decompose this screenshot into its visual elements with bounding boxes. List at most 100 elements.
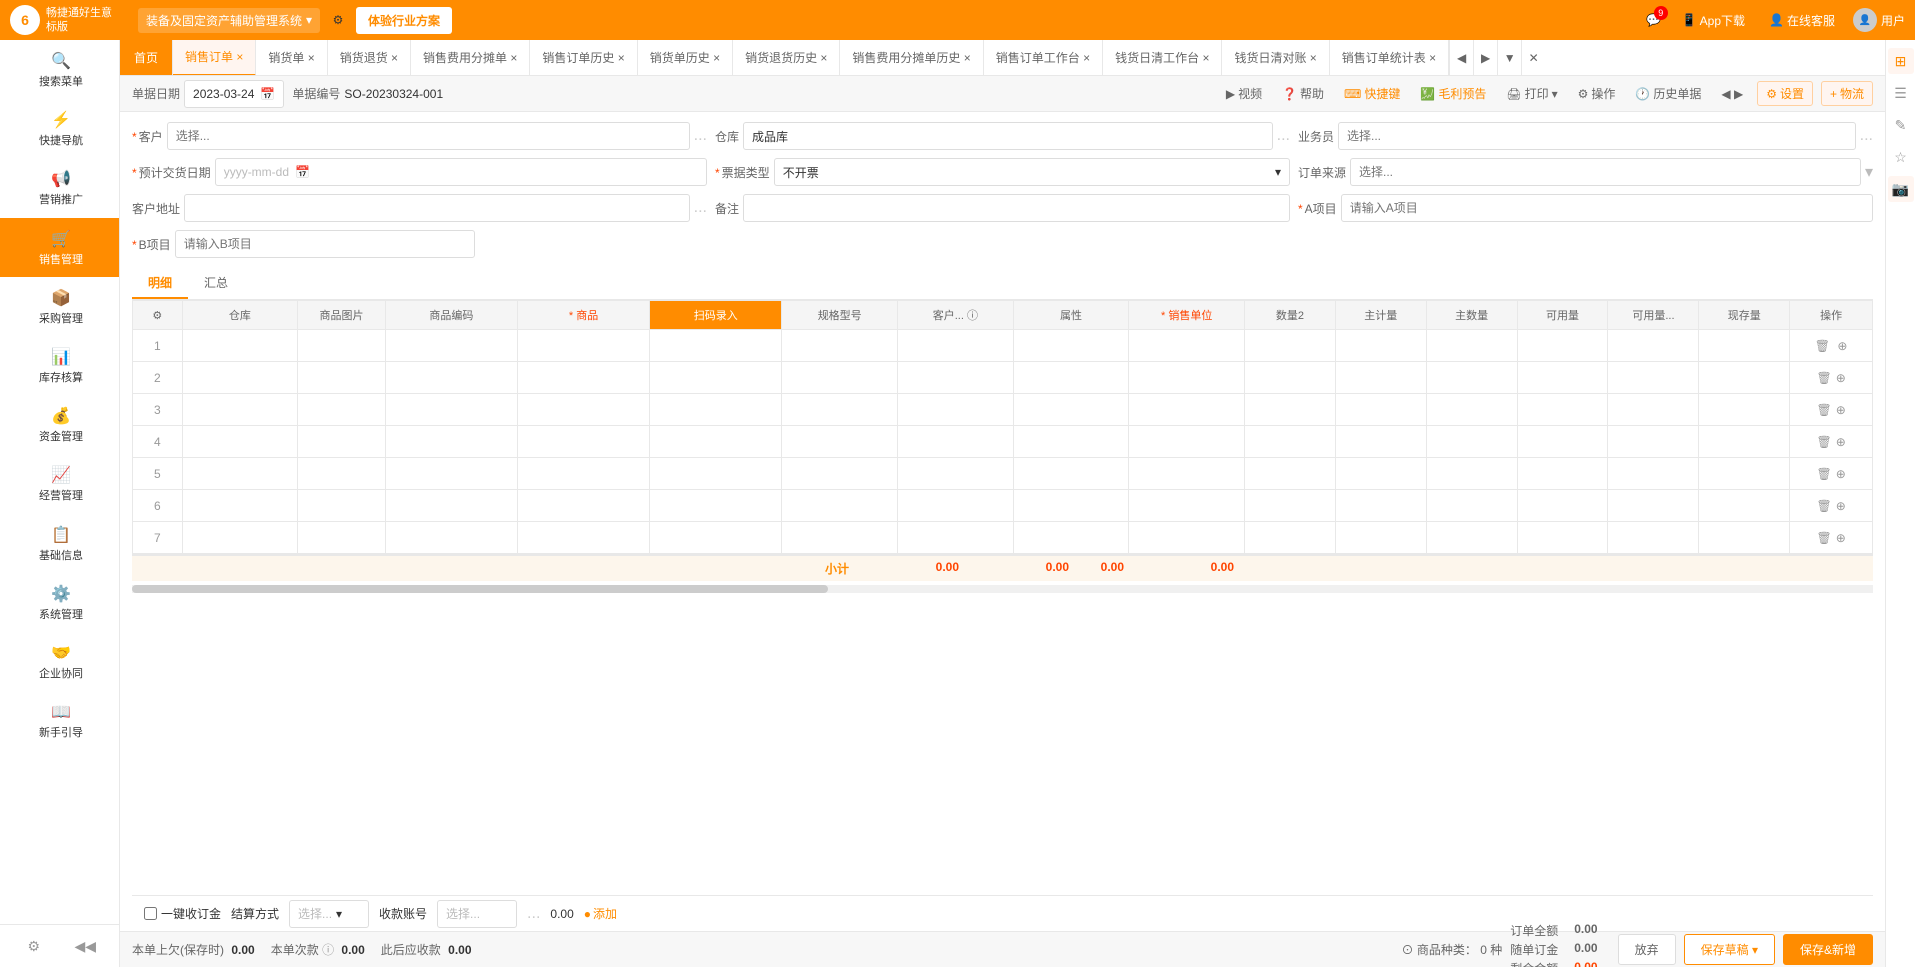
- row-2-available[interactable]: [1517, 362, 1608, 394]
- copy-icon[interactable]: ⊕: [1836, 435, 1846, 449]
- row-1-attr[interactable]: [1013, 330, 1129, 362]
- one-key-deposit-checkbox[interactable]: [144, 907, 157, 920]
- sidebar-item-operation[interactable]: 📈 经营管理: [0, 454, 119, 513]
- tab-sales-goods[interactable]: 销货单 ×: [256, 40, 327, 76]
- delete-icon[interactable]: 🗑: [1816, 499, 1831, 513]
- row-2-unit[interactable]: [1129, 362, 1245, 394]
- row-2-stock[interactable]: [1699, 362, 1790, 394]
- col-header-available2[interactable]: 可用量...: [1608, 301, 1699, 330]
- row-2-product[interactable]: [517, 362, 649, 394]
- row-2-customer[interactable]: [898, 362, 1014, 394]
- customer-input[interactable]: [167, 122, 690, 150]
- account-select[interactable]: 选择...: [437, 900, 517, 928]
- tab-stats[interactable]: 销售订单统计表 ×: [1330, 40, 1449, 76]
- address-input[interactable]: [184, 194, 690, 222]
- rs-icon-3[interactable]: ✎: [1888, 112, 1914, 138]
- row-1-stock[interactable]: [1699, 330, 1790, 362]
- profit-btn[interactable]: 💹 毛利预告: [1414, 83, 1492, 104]
- row-1-scan[interactable]: [650, 330, 782, 362]
- app-download-btn[interactable]: 📱 App下载: [1676, 10, 1751, 31]
- row-2-warehouse[interactable]: [182, 362, 298, 394]
- industry-btn[interactable]: 体验行业方案: [356, 7, 452, 34]
- rs-icon-2[interactable]: ☰: [1888, 80, 1914, 106]
- draft-btn[interactable]: 保存草稿 ▾: [1684, 934, 1775, 965]
- project-a-input[interactable]: [1341, 194, 1873, 222]
- tab-daily-account[interactable]: 钱货日清对账 ×: [1222, 40, 1329, 76]
- delete-icon[interactable]: 🗑: [1816, 467, 1831, 481]
- date-input[interactable]: 2023-03-24 📅: [184, 80, 284, 108]
- history-btn[interactable]: 🕐 历史单据: [1629, 83, 1707, 104]
- copy-icon[interactable]: ⊕: [1836, 371, 1846, 385]
- tab-daily-workbench[interactable]: 钱货日清工作台 ×: [1103, 40, 1222, 76]
- warehouse-input[interactable]: [743, 122, 1273, 150]
- order-source-input[interactable]: [1350, 158, 1861, 186]
- copy-icon[interactable]: ⊕: [1837, 339, 1847, 353]
- sidebar-item-search[interactable]: 🔍 搜索菜单: [0, 40, 119, 99]
- col-header-warehouse[interactable]: 仓库: [182, 301, 298, 330]
- staff-dots[interactable]: ...: [1860, 127, 1873, 145]
- sidebar-settings-icon[interactable]: ⚙: [21, 933, 47, 959]
- tab-sales-return[interactable]: 销货退货 ×: [328, 40, 411, 76]
- row-2-qty2[interactable]: [1244, 362, 1335, 394]
- tab-goods-history[interactable]: 销货单历史 ×: [638, 40, 733, 76]
- col-header-customer[interactable]: 客户... ⓘ: [898, 301, 1014, 330]
- copy-icon[interactable]: ⊕: [1836, 531, 1846, 545]
- this-lower-info-icon[interactable]: ⓘ: [322, 943, 334, 957]
- tab-return-history[interactable]: 销货退货历史 ×: [733, 40, 840, 76]
- delete-icon[interactable]: 🗑: [1816, 403, 1831, 417]
- sidebar-item-guide[interactable]: 📖 新手引导: [0, 691, 119, 750]
- rs-icon-5[interactable]: 📷: [1888, 176, 1914, 202]
- scrollbar-track[interactable]: [132, 585, 1873, 593]
- col-header-scan[interactable]: 扫码录入: [650, 301, 782, 330]
- row-1-img[interactable]: [298, 330, 386, 362]
- system-selector[interactable]: 装备及固定资产辅助管理系统 ▾: [138, 8, 320, 33]
- settings-icon[interactable]: ⚙: [328, 10, 348, 30]
- sidebar-collapse-icon[interactable]: ◀◀: [72, 933, 98, 959]
- rs-icon-4[interactable]: ☆: [1888, 144, 1914, 170]
- save-new-btn[interactable]: 保存&新增: [1783, 934, 1873, 965]
- delivery-input[interactable]: yyyy-mm-dd 📅: [215, 158, 707, 186]
- print-btn[interactable]: 🖨 打印 ▾: [1500, 83, 1563, 104]
- warehouse-dots[interactable]: ...: [1277, 127, 1290, 145]
- online-service-btn[interactable]: 👤 在线客服: [1763, 10, 1841, 31]
- row-2-img[interactable]: [298, 362, 386, 394]
- row-1-available2[interactable]: [1608, 330, 1699, 362]
- col-header-stock[interactable]: 现存量: [1699, 301, 1790, 330]
- col-header-icon[interactable]: ⚙: [133, 301, 183, 330]
- sidebar-item-finance[interactable]: 💰 资金管理: [0, 395, 119, 454]
- tab-order-workbench[interactable]: 销售订单工作台 ×: [984, 40, 1103, 76]
- row-2-spec[interactable]: [782, 362, 898, 394]
- tab-expense-history[interactable]: 销售费用分摊单历史 ×: [840, 40, 983, 76]
- invoice-select[interactable]: 不开票 ▾: [774, 158, 1290, 186]
- row-2-attr[interactable]: [1013, 362, 1129, 394]
- col-header-main-qty[interactable]: 主数量: [1426, 301, 1517, 330]
- tab-more-btn[interactable]: ▼: [1497, 40, 1521, 76]
- row-2-available2[interactable]: [1608, 362, 1699, 394]
- col-header-qty2[interactable]: 数量2: [1244, 301, 1335, 330]
- shortcut-btn[interactable]: ⌨ 快捷键: [1338, 83, 1406, 104]
- row-1-main-unit[interactable]: [1335, 330, 1426, 362]
- tab-order-history[interactable]: 销售订单历史 ×: [530, 40, 637, 76]
- tab-close-btn[interactable]: ✕: [1521, 40, 1545, 76]
- row-1-warehouse[interactable]: [182, 330, 298, 362]
- tab-detail[interactable]: 明细: [132, 268, 188, 299]
- sidebar-item-system[interactable]: ⚙️ 系统管理: [0, 573, 119, 632]
- row-1-qty2[interactable]: [1244, 330, 1335, 362]
- remark-input[interactable]: [743, 194, 1290, 222]
- row-1-sku[interactable]: [385, 330, 517, 362]
- sidebar-item-basic[interactable]: 📋 基础信息: [0, 514, 119, 573]
- sidebar-item-marketing[interactable]: 📢 营销推广: [0, 158, 119, 217]
- delete-icon[interactable]: 🗑: [1816, 371, 1831, 385]
- row-2-scan[interactable]: [650, 362, 782, 394]
- sidebar-item-cooperation[interactable]: 🤝 企业协同: [0, 632, 119, 691]
- copy-icon[interactable]: ⊕: [1836, 499, 1846, 513]
- view-btn[interactable]: ▶ 视频: [1220, 83, 1268, 104]
- row-1-product[interactable]: [517, 330, 649, 362]
- delete-icon[interactable]: 🗑: [1816, 435, 1831, 449]
- delete-icon[interactable]: 🗑: [1815, 339, 1830, 353]
- col-header-img[interactable]: 商品图片: [298, 301, 386, 330]
- discard-btn[interactable]: 放弃: [1618, 934, 1676, 965]
- row-2-sku[interactable]: [385, 362, 517, 394]
- user-area[interactable]: 👤 用户: [1853, 8, 1905, 32]
- copy-icon[interactable]: ⊕: [1836, 403, 1846, 417]
